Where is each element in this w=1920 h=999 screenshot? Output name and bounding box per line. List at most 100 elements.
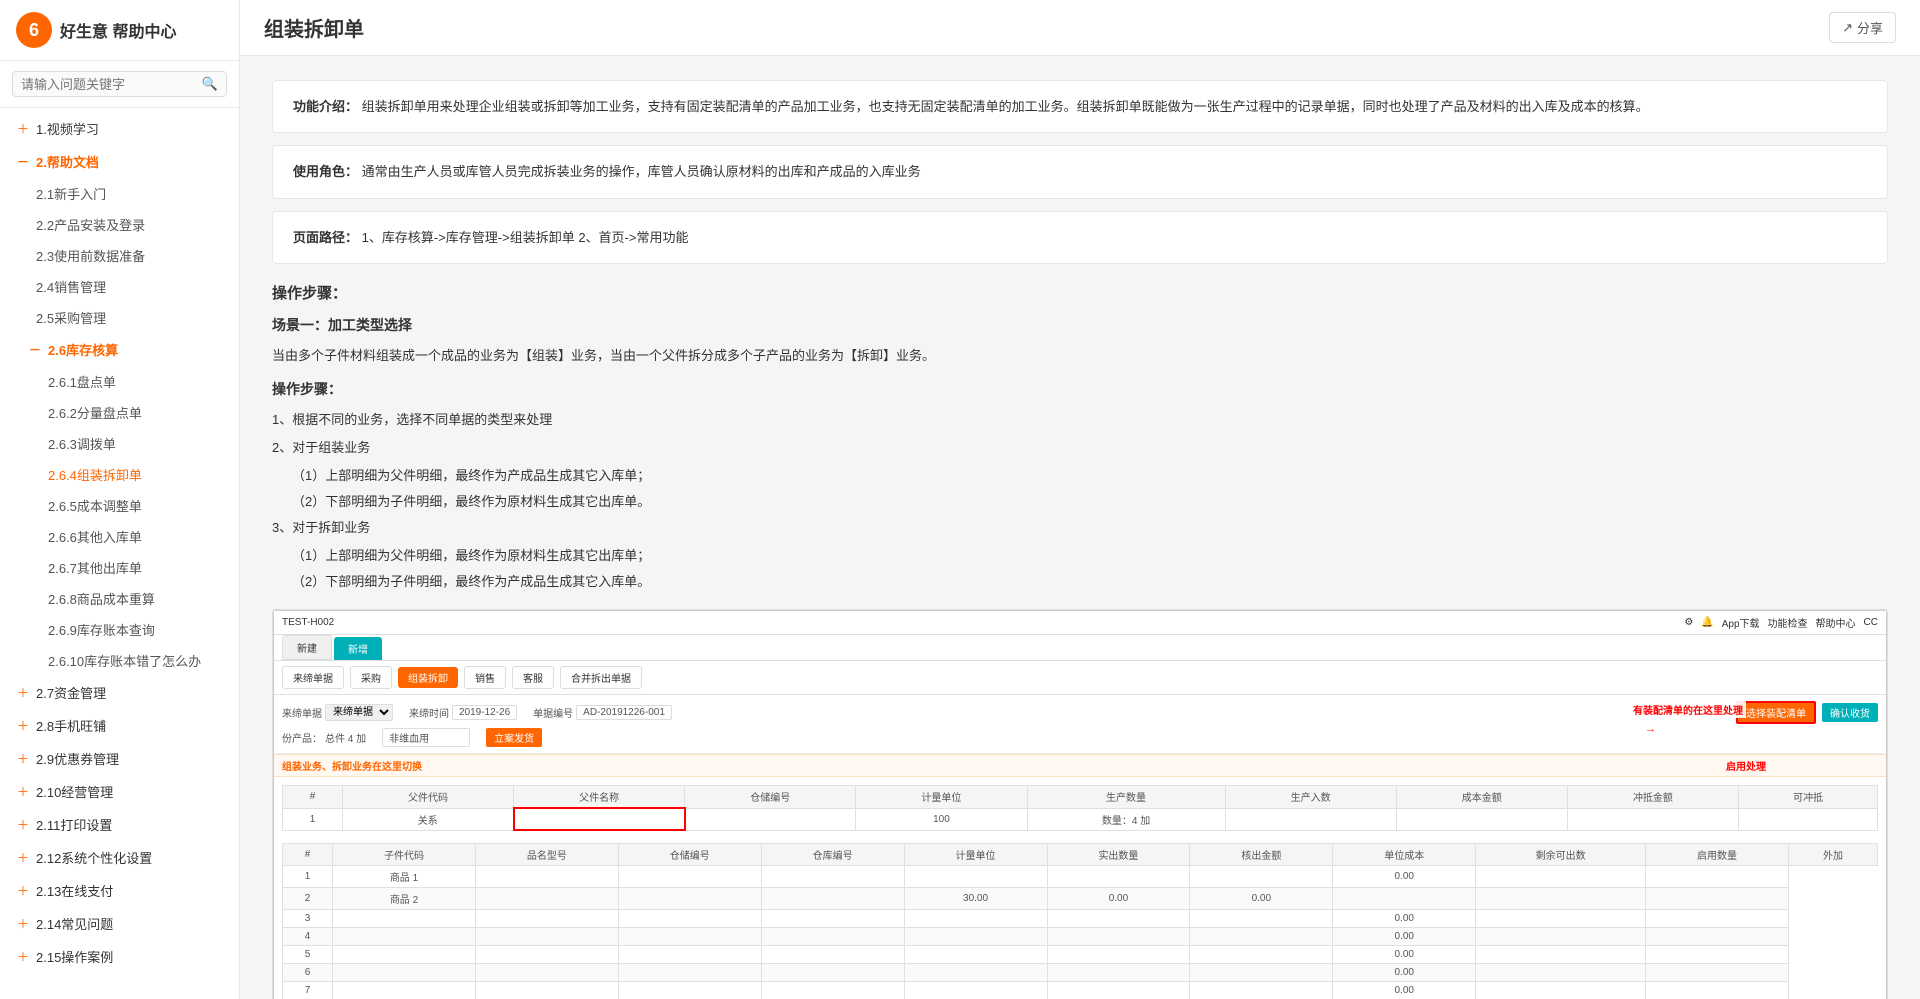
sidebar-item-mobile[interactable]: ＋ 2.8手机旺铺 xyxy=(0,709,239,742)
role-block: 使用角色： 通常由生产人员或库管人员完成拆装业务的操作，库管人员确认原材料的出库… xyxy=(272,145,1888,198)
sidebar-item-newbie[interactable]: 2.1新手入门 xyxy=(0,178,239,209)
lt-row-1: 1 商品 1 0.00 xyxy=(283,866,1878,888)
sidebar-item-stock-check[interactable]: 2.6.9库存账本查询 xyxy=(0,614,239,645)
sidebar-logo: 6 好生意 帮助中心 xyxy=(0,0,239,61)
btn-service[interactable]: 客服 xyxy=(512,666,554,689)
share-icon: ↗ xyxy=(1842,20,1853,36)
plus-icon-finance: ＋ xyxy=(16,686,30,700)
td-row-1: 1 xyxy=(283,808,343,830)
sidebar-item-split-stock[interactable]: 2.6.2分量盘点单 xyxy=(0,397,239,428)
annotation-bom: 有装配清单的在这里处理 xyxy=(1630,701,1746,718)
sidebar-item-stocktake[interactable]: 2.6.1盘点单 xyxy=(0,366,239,397)
btn-related-docs[interactable]: 来缔单据 xyxy=(282,666,344,689)
app-screenshot: TEST-H002 ⚙ 🔔 App下载 功能检查 帮助中心 CC 新建 新增 来… xyxy=(273,610,1887,999)
td-parent-name-1 xyxy=(514,808,685,830)
lower-table-section: # 子件代码 品名型号 仓储编号 仓库编号 计量单位 实出数量 核出金额 单位成… xyxy=(274,835,1886,999)
share-button[interactable]: ↗ 分享 xyxy=(1829,12,1896,43)
sidebar-item-faq[interactable]: ＋ 2.14常见问题 xyxy=(0,907,239,940)
search-input[interactable] xyxy=(21,77,202,92)
sidebar-item-docs[interactable]: － 2.帮助文档 xyxy=(0,145,239,178)
sidebar-item-cost-adjust[interactable]: 2.6.5成本调整单 xyxy=(0,490,239,521)
sidebar-item-print[interactable]: ＋ 2.11打印设置 xyxy=(0,808,239,841)
sidebar-item-other-in[interactable]: 2.6.6其他入库单 xyxy=(0,521,239,552)
td-qty-1: 数量：4 加 xyxy=(1027,808,1225,830)
form-label-date: 来缔时间 xyxy=(409,705,449,720)
step-3-sub-2: （2）下部明细为子件明细，最终作为产成品生成其它入库单。 xyxy=(292,569,1888,595)
select-doc-type[interactable]: 来缔单据 xyxy=(325,704,393,721)
search-box: 🔍 xyxy=(0,61,239,108)
btn-select-bom[interactable]: 选择装配清单 xyxy=(1736,701,1816,724)
btn-purchase[interactable]: 采购 xyxy=(350,666,392,689)
page-header: 组装拆卸单 ↗ 分享 xyxy=(240,0,1920,56)
form-item-date: 来缔时间 2019-12-26 xyxy=(409,705,517,720)
lt-th-model: 品名型号 xyxy=(475,844,618,866)
plus-icon-pay: ＋ xyxy=(16,884,30,898)
sidebar-item-other-out[interactable]: 2.6.7其他出库单 xyxy=(0,552,239,583)
lt-th-unit-cost: 单位成本 xyxy=(1333,844,1476,866)
app-link-help: 帮助中心 xyxy=(1816,615,1856,630)
step-2-sub-2: （2）下部明细为子件明细，最终作为原材料生成其它出库单。 xyxy=(292,489,1888,515)
sidebar-item-cases[interactable]: ＋ 2.15操作案例 xyxy=(0,940,239,973)
th-warehouse-id: 仓储编号 xyxy=(685,786,856,809)
plus-icon-faq: ＋ xyxy=(16,917,30,931)
sidebar: 6 好生意 帮助中心 🔍 ＋ 1.视频学习 － 2.帮助文档 2.1新手入门 2… xyxy=(0,0,240,999)
lt-row-5: 5 0.00 xyxy=(283,946,1878,964)
app-toolbar: 来缔单据 采购 组装拆卸 销售 客服 合并拆出单据 xyxy=(274,661,1886,695)
th-produce-in: 生产入数 xyxy=(1225,786,1396,809)
sidebar-item-account-error[interactable]: 2.6.10库存账本错了怎么办 xyxy=(0,645,239,676)
sidebar-item-video[interactable]: ＋ 1.视频学习 xyxy=(0,112,239,145)
sidebar-item-purchase[interactable]: 2.5采购管理 xyxy=(0,302,239,333)
sidebar-item-sales[interactable]: 2.4销售管理 xyxy=(0,271,239,302)
sidebar-item-data-prep[interactable]: 2.3使用前数据准备 xyxy=(0,240,239,271)
scene-desc: 当由多个子件材料组装成一个成品的业务为【组装】业务，当由一个父件拆分成多个子产品… xyxy=(272,343,1888,369)
role-text: 通常由生产人员或库管人员完成拆装业务的操作，库管人员确认原材料的出库和产成品的入… xyxy=(362,164,921,179)
btn-sales[interactable]: 销售 xyxy=(464,666,506,689)
upper-table-section: # 父件代码 父件名称 仓储编号 计量单位 生产数量 生产入数 成本金额 冲抵金… xyxy=(274,777,1886,835)
sidebar-item-online-pay[interactable]: ＋ 2.13在线支付 xyxy=(0,874,239,907)
app-tab-new[interactable]: 新建 xyxy=(282,635,332,660)
step-3-sub-1: （1）上部明细为父件明细，最终作为原材料生成其它出库单； xyxy=(292,543,1888,569)
form-label-type: 来缔单据 xyxy=(282,705,322,720)
role-label: 使用角色： xyxy=(293,164,358,179)
annotation-arrow-bom: → xyxy=(1645,723,1656,735)
form-item-order: 单据编号 AD-20191226-001 xyxy=(533,705,672,720)
lt-th-wh-num: 仓库编号 xyxy=(761,844,904,866)
th-unit: 计量单位 xyxy=(856,786,1027,809)
plus-icon-coupon: ＋ xyxy=(16,752,30,766)
btn-apply[interactable]: 立案发货 xyxy=(486,728,542,747)
app-tab-add[interactable]: 新增 xyxy=(334,637,382,660)
sidebar-item-finance[interactable]: ＋ 2.7资金管理 xyxy=(0,676,239,709)
app-form-area: 来缔单据 来缔单据 来缔时间 2019-12-26 单据编号 AD-201912… xyxy=(274,695,1886,754)
form-value-date: 2019-12-26 xyxy=(452,705,517,720)
btn-assembly[interactable]: 组装拆卸 xyxy=(398,667,458,688)
sidebar-item-inventory[interactable]: － 2.6库存核算 xyxy=(0,333,239,366)
sidebar-item-adjust[interactable]: 2.6.3调拨单 xyxy=(0,428,239,459)
minus-icon-inventory: － xyxy=(28,343,42,357)
lt-row-3: 3 0.00 xyxy=(283,910,1878,928)
sidebar-item-install[interactable]: 2.2产品安装及登录 xyxy=(0,209,239,240)
btn-merge[interactable]: 合并拆出单据 xyxy=(560,666,642,689)
sidebar-item-personalize[interactable]: ＋ 2.12系统个性化设置 xyxy=(0,841,239,874)
sidebar-item-cost-recalc[interactable]: 2.6.8商品成本重算 xyxy=(0,583,239,614)
th-parent-code: 父件代码 xyxy=(342,786,513,809)
path-block: 页面路径： 1、库存核算->库存管理->组装拆卸单 2、首页->常用功能 xyxy=(272,211,1888,264)
sidebar-item-coupon[interactable]: ＋ 2.9优惠券管理 xyxy=(0,742,239,775)
lt-th-child-code: 子件代码 xyxy=(333,844,476,866)
form-value-order: AD-20191226-001 xyxy=(576,705,672,720)
lt-th-remain: 剩余可出数 xyxy=(1476,844,1646,866)
th-offset-amount: 冲抵金额 xyxy=(1567,786,1738,809)
step-1: 1、根据不同的业务，选择不同单据的类型来处理 xyxy=(272,407,1888,433)
sidebar-item-operations[interactable]: ＋ 2.10经营管理 xyxy=(0,775,239,808)
app-link-download: App下载 xyxy=(1722,615,1760,630)
sidebar-item-assembly[interactable]: 2.6.4组装拆卸单 xyxy=(0,459,239,490)
plus-icon: ＋ xyxy=(16,122,30,136)
search-inner[interactable]: 🔍 xyxy=(12,71,227,97)
td-unit-1: 100 xyxy=(856,808,1027,830)
th-parent-name: 父件名称 xyxy=(514,786,685,809)
app-link-check: 功能检查 xyxy=(1768,615,1808,630)
td-avail-1 xyxy=(1739,808,1878,830)
btn-confirm-receipt[interactable]: 确认收货 xyxy=(1822,703,1878,722)
th-produce-qty: 生产数量 xyxy=(1027,786,1225,809)
form-input-salesman[interactable]: 非维血用 xyxy=(382,728,470,747)
td-wh-id-1 xyxy=(685,808,856,830)
